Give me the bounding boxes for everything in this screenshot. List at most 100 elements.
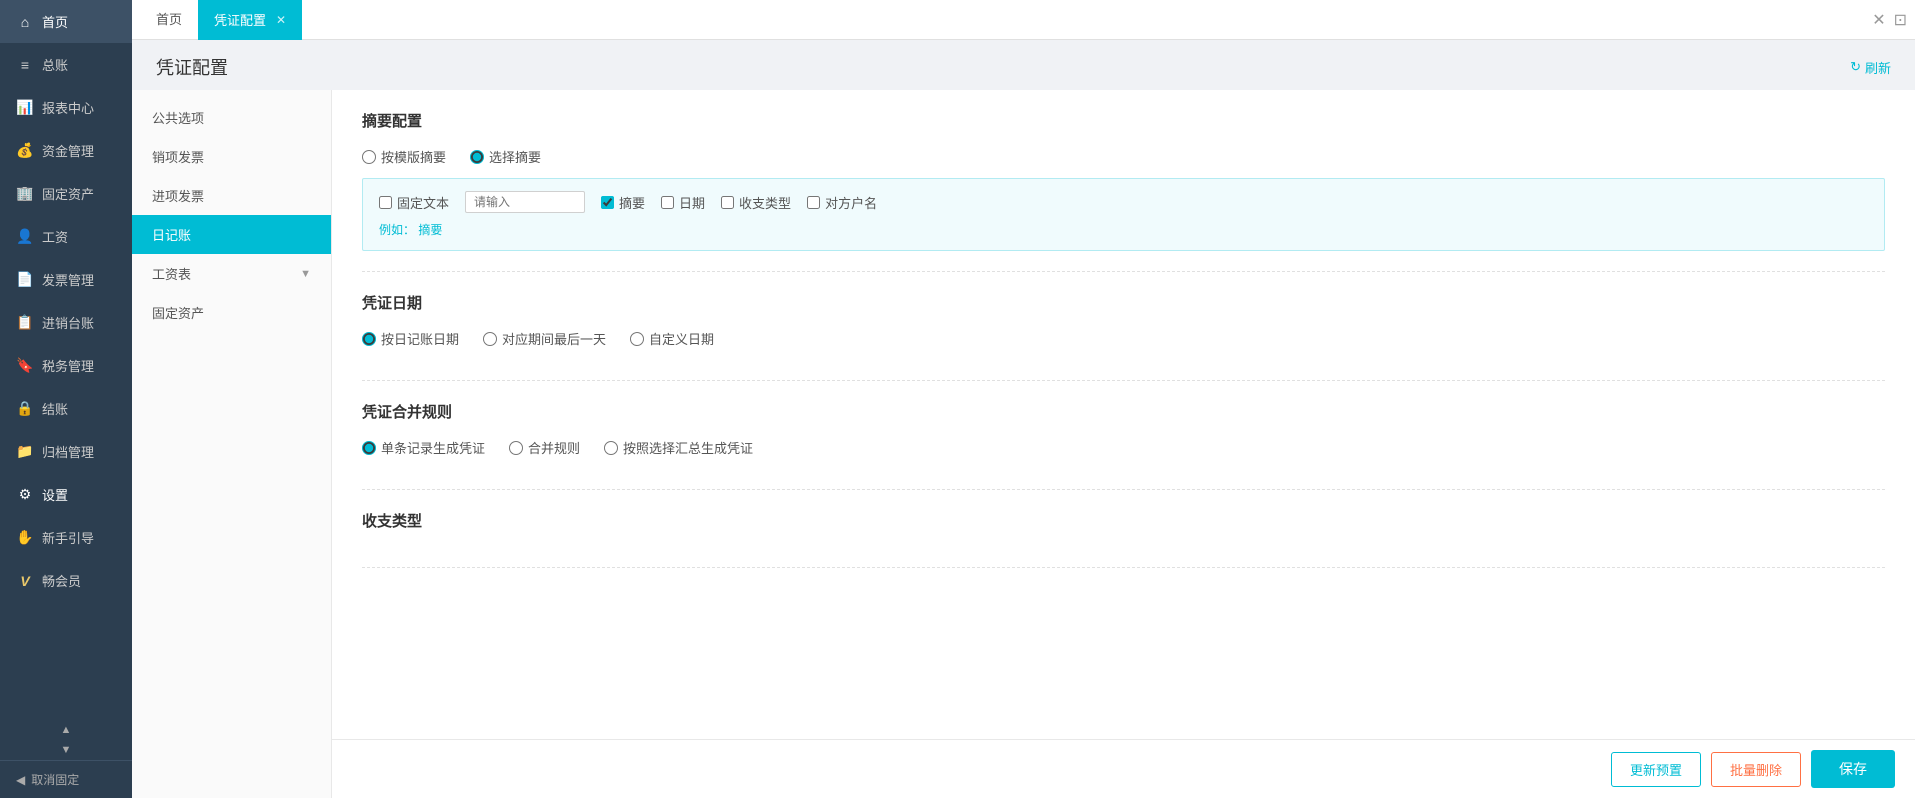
refresh-icon: ↻ (1850, 59, 1861, 75)
sidebar-item-reports[interactable]: 📊 报表中心 (0, 86, 132, 129)
income-expense-title: 收支类型 (362, 510, 1885, 531)
template-summary-option[interactable]: 按模版摘要 (362, 147, 446, 166)
tab-home[interactable]: 首页 (140, 0, 198, 40)
merge-rule-option[interactable]: 合并规则 (509, 438, 580, 457)
single-record-option[interactable]: 单条记录生成凭证 (362, 438, 485, 457)
sidebar-item-fixed-assets[interactable]: 🏢 固定资产 (0, 172, 132, 215)
main-area: 首页 凭证配置 ✕ ✕ ⊡ 凭证配置 ↻ 刷新 公共选项 (132, 0, 1915, 798)
pin-icon: ◀ (16, 773, 25, 787)
custom-date-radio[interactable] (630, 332, 644, 346)
income-type-checkbox-item[interactable]: 收支类型 (721, 193, 791, 212)
left-nav-sales-invoice[interactable]: 销项发票 (132, 137, 331, 176)
sidebar-item-settings[interactable]: ⚙ 设置 (0, 473, 132, 516)
income-expense-section: 收支类型 (362, 510, 1885, 568)
sidebar-item-close[interactable]: 🔒 结账 (0, 387, 132, 430)
purchase-sales-icon: 📋 (16, 314, 34, 331)
counterpart-checkbox[interactable] (807, 196, 820, 209)
maximize-button[interactable]: ⊡ (1894, 10, 1907, 30)
sidebar-item-payroll[interactable]: 👤 工资 (0, 215, 132, 258)
update-preview-button[interactable]: 更新预置 (1611, 752, 1701, 787)
fixed-text-checkbox[interactable] (379, 196, 392, 209)
tax-icon: 🔖 (16, 357, 34, 374)
summary-options-box: 固定文本 摘要 日期 (362, 178, 1885, 251)
sidebar-item-purchase-sales[interactable]: 📋 进销台账 (0, 301, 132, 344)
merge-rule-section: 凭证合并规则 单条记录生成凭证 合并规则 (362, 401, 1885, 490)
archive-icon: 📁 (16, 443, 34, 460)
single-record-radio[interactable] (362, 441, 376, 455)
select-merge-radio[interactable] (604, 441, 618, 455)
save-button[interactable]: 保存 (1811, 750, 1895, 788)
voucher-date-radio-group: 按日记账日期 对应期间最后一天 自定义日期 (362, 329, 1885, 348)
custom-date-option[interactable]: 自定义日期 (630, 329, 714, 348)
select-summary-radio[interactable] (470, 150, 484, 164)
refresh-button[interactable]: ↻ 刷新 (1850, 58, 1891, 77)
right-content: 摘要配置 按模版摘要 选择摘要 (332, 90, 1915, 739)
main-layout: 公共选项 销项发票 进项发票 日记账 工资表 ▼ 固定资产 (132, 90, 1915, 798)
period-last-day-option[interactable]: 对应期间最后一天 (483, 329, 606, 348)
summary-config-title: 摘要配置 (362, 110, 1885, 131)
sidebar-item-invoice-mgmt[interactable]: 📄 发票管理 (0, 258, 132, 301)
date-checkbox-item[interactable]: 日期 (661, 193, 705, 212)
select-summary-option[interactable]: 选择摘要 (470, 147, 541, 166)
example-text: 例如： 摘要 (379, 221, 1868, 238)
minimize-button[interactable]: ✕ (1872, 10, 1885, 30)
sidebar-menu: ⌂ 首页 ≡ 总账 📊 报表中心 💰 资金管理 🏢 固定资产 👤 工资 📄 发票… (0, 0, 132, 720)
sidebar-item-tax[interactable]: 🔖 税务管理 (0, 344, 132, 387)
sidebar-item-home[interactable]: ⌂ 首页 (0, 0, 132, 43)
sidebar-item-funds[interactable]: 💰 资金管理 (0, 129, 132, 172)
merge-rule-title: 凭证合并规则 (362, 401, 1885, 422)
sidebar-scroll-down[interactable]: ▼ (0, 740, 132, 760)
merge-rule-radio[interactable] (509, 441, 523, 455)
page-title: 凭证配置 (156, 54, 228, 80)
counterpart-checkbox-item[interactable]: 对方户名 (807, 193, 877, 212)
tab-voucher-config[interactable]: 凭证配置 ✕ (198, 0, 302, 40)
ledger-icon: ≡ (16, 57, 34, 73)
left-nav-journal[interactable]: 日记账 (132, 215, 331, 254)
funds-icon: 💰 (16, 142, 34, 159)
select-merge-option[interactable]: 按照选择汇总生成凭证 (604, 438, 753, 457)
journal-date-radio[interactable] (362, 332, 376, 346)
member-icon: V (16, 573, 34, 589)
left-nav-public[interactable]: 公共选项 (132, 98, 331, 137)
left-nav: 公共选项 销项发票 进项发票 日记账 工资表 ▼ 固定资产 (132, 90, 332, 798)
fixed-assets-icon: 🏢 (16, 185, 34, 202)
fixed-text-input[interactable] (465, 191, 585, 213)
period-last-day-radio[interactable] (483, 332, 497, 346)
tab-bar: 首页 凭证配置 ✕ ✕ ⊡ (132, 0, 1915, 40)
summary-checkboxes-row: 固定文本 摘要 日期 (379, 191, 1868, 213)
left-nav-payroll-table[interactable]: 工资表 ▼ (132, 254, 331, 293)
right-panel: 摘要配置 按模版摘要 选择摘要 (332, 90, 1915, 798)
template-summary-radio[interactable] (362, 150, 376, 164)
settings-icon: ⚙ (16, 486, 34, 503)
payroll-icon: 👤 (16, 228, 34, 245)
bottom-bar: 更新预置 批量删除 保存 (332, 739, 1915, 798)
batch-delete-button[interactable]: 批量删除 (1711, 752, 1801, 787)
left-nav-purchase-invoice[interactable]: 进项发票 (132, 176, 331, 215)
reports-icon: 📊 (16, 99, 34, 116)
merge-rule-radio-group: 单条记录生成凭证 合并规则 按照选择汇总生成凭证 (362, 438, 1885, 457)
content-area: 凭证配置 ↻ 刷新 公共选项 销项发票 进项发票 日记账 (132, 40, 1915, 798)
sidebar-item-archive[interactable]: 📁 归档管理 (0, 430, 132, 473)
fixed-text-checkbox-item[interactable]: 固定文本 (379, 193, 449, 212)
page-header: 凭证配置 ↻ 刷新 (132, 40, 1915, 90)
guide-icon: ✋ (16, 529, 34, 546)
sidebar-item-ledger[interactable]: ≡ 总账 (0, 43, 132, 86)
sidebar: ⌂ 首页 ≡ 总账 📊 报表中心 💰 资金管理 🏢 固定资产 👤 工资 📄 发票… (0, 0, 132, 798)
tab-close-icon[interactable]: ✕ (276, 13, 286, 27)
summary-checkbox-item[interactable]: 摘要 (601, 193, 645, 212)
income-type-checkbox[interactable] (721, 196, 734, 209)
home-icon: ⌂ (16, 14, 34, 30)
sidebar-item-member[interactable]: V 畅会员 (0, 559, 132, 602)
voucher-date-section: 凭证日期 按日记账日期 对应期间最后一天 (362, 292, 1885, 381)
cancel-fixed-button[interactable]: ◀ 取消固定 (0, 760, 132, 798)
summary-radio-group: 按模版摘要 选择摘要 (362, 147, 1885, 166)
date-checkbox[interactable] (661, 196, 674, 209)
chevron-down-icon: ▼ (300, 268, 311, 280)
journal-date-option[interactable]: 按日记账日期 (362, 329, 459, 348)
window-controls: ✕ ⊡ (1872, 10, 1907, 30)
sidebar-item-guide[interactable]: ✋ 新手引导 (0, 516, 132, 559)
summary-checkbox[interactable] (601, 196, 614, 209)
sidebar-scroll-up[interactable]: ▲ (0, 720, 132, 740)
left-nav-fixed-assets[interactable]: 固定资产 (132, 293, 331, 332)
summary-config-section: 摘要配置 按模版摘要 选择摘要 (362, 110, 1885, 272)
